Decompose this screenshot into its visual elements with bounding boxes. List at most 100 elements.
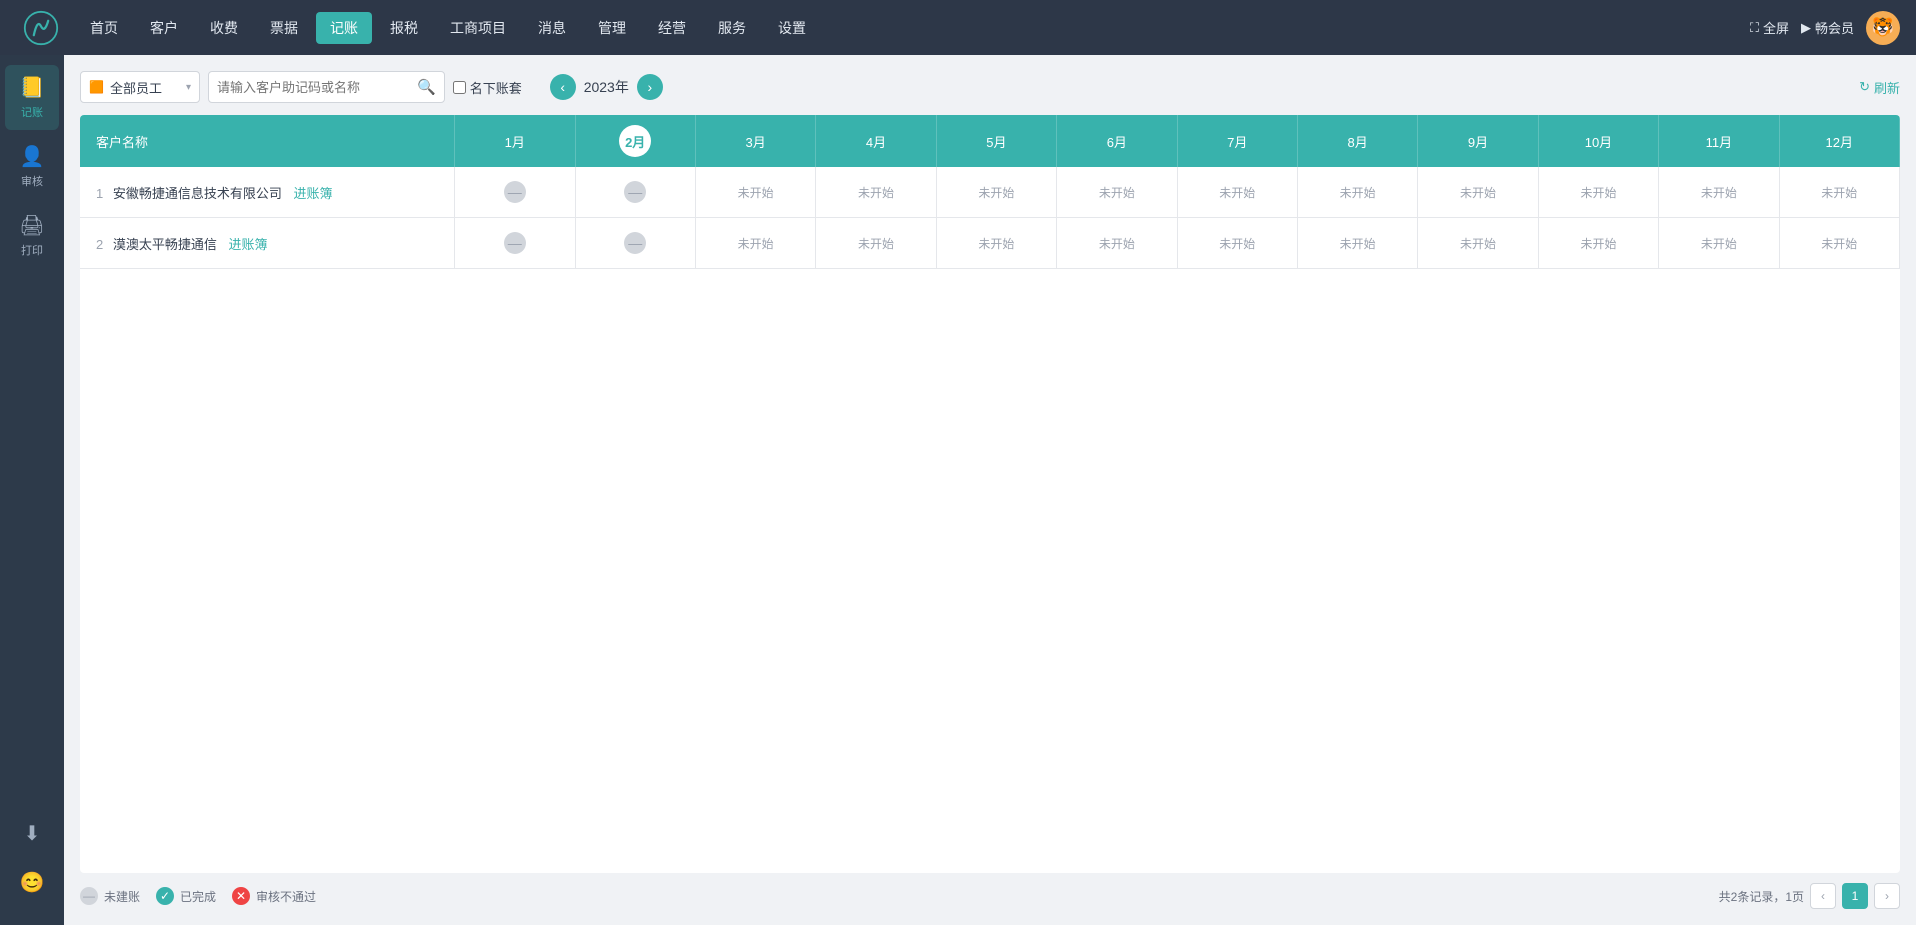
not-started-text: 未开始: [738, 237, 774, 251]
top-navbar: 首页 客户 收费 票据 记账 报税 工商项目 消息 管理 经营 服务 设置 ⛶ …: [0, 0, 1916, 55]
account-checkbox-label[interactable]: 名下账套: [453, 78, 522, 97]
refresh-button[interactable]: ↻ 刷新: [1859, 78, 1900, 97]
month-cell: 未开始: [816, 167, 936, 218]
client-name: 安徽畅捷通信息技术有限公司: [113, 186, 282, 201]
not-started-text: 未开始: [1821, 237, 1857, 251]
sidebar-bottom: ⬇ 😊: [5, 811, 59, 915]
not-started-text: 未开始: [978, 186, 1014, 200]
month-cell: 未开始: [1297, 167, 1417, 218]
month-cell: 未开始: [1418, 167, 1538, 218]
not-started-text: 未开始: [1701, 237, 1737, 251]
member-label: 畅会员: [1815, 18, 1854, 37]
month-cell: 未开始: [1297, 218, 1417, 269]
refresh-icon: ↻: [1859, 79, 1870, 95]
status-dot-icon: —: [504, 181, 526, 203]
nav-business[interactable]: 工商项目: [436, 12, 520, 44]
status-dot-icon: —: [504, 232, 526, 254]
client-name-cell: 2 漠澳太平畅捷通信 进账簿: [80, 218, 455, 269]
col-header-may: 5月: [936, 115, 1056, 167]
not-started-text: 未开始: [1099, 186, 1135, 200]
month-cell: —: [575, 218, 695, 269]
month-cell: 未开始: [1057, 167, 1177, 218]
page-1-button[interactable]: 1: [1842, 883, 1868, 909]
month-cell: 未开始: [1418, 218, 1538, 269]
fullscreen-label: 全屏: [1763, 18, 1789, 37]
download-icon: ⬇: [24, 821, 41, 846]
sidebar-item-user-profile[interactable]: 😊: [5, 860, 59, 905]
prev-year-button[interactable]: ‹: [550, 74, 576, 100]
month-cell: 未开始: [936, 218, 1056, 269]
prev-page-button[interactable]: ‹: [1810, 883, 1836, 909]
search-input[interactable]: [209, 76, 409, 99]
enter-ledger-link[interactable]: 进账簿: [229, 237, 268, 252]
employee-filter[interactable]: 🟧 全部员工 ▾: [80, 71, 200, 103]
month-cell: 未开始: [816, 218, 936, 269]
col-header-dec: 12月: [1779, 115, 1899, 167]
member-button[interactable]: ▶ 畅会员: [1801, 18, 1854, 37]
main-layout: 📒 记账 👤 审核 🖨 打印 ⬇ 😊 🟧 全部员工 ▾: [0, 55, 1916, 925]
month-cell: 未开始: [695, 218, 815, 269]
month-cell: 未开始: [1177, 167, 1297, 218]
sidebar-item-download[interactable]: ⬇: [5, 811, 59, 856]
toolbar: 🟧 全部员工 ▾ 🔍 名下账套 ‹ 2023年 › ↻ 刷新: [80, 71, 1900, 103]
filter-label: 全部员工: [110, 78, 180, 97]
nav-clients[interactable]: 客户: [136, 12, 192, 44]
sidebar-item-print[interactable]: 🖨 打印: [5, 203, 59, 268]
app-logo: [16, 10, 66, 46]
data-table-container: 客户名称 1月 2月 3月 4月 5月 6月 7月 8月 9月 10月 11月: [80, 115, 1900, 873]
not-started-text: 未开始: [1580, 237, 1616, 251]
col-header-nov: 11月: [1659, 115, 1779, 167]
nav-fees[interactable]: 收费: [196, 12, 252, 44]
sidebar-item-bookkeeping[interactable]: 📒 记账: [5, 65, 59, 130]
col-header-mar: 3月: [695, 115, 815, 167]
not-started-text: 未开始: [1580, 186, 1616, 200]
month-cell: 未开始: [936, 167, 1056, 218]
account-checkbox[interactable]: [453, 81, 466, 94]
table-row: 2 漠澳太平畅捷通信 进账簿 — — 未开始 未开始 未开始 未开始 未开始 未开始 未开始 未开…: [80, 218, 1900, 269]
legend-teal-dot: ✓: [156, 887, 174, 905]
nav-operations[interactable]: 经营: [644, 12, 700, 44]
nav-invoices[interactable]: 票据: [256, 12, 312, 44]
month-cell: —: [455, 167, 575, 218]
enter-ledger-link[interactable]: 进账簿: [294, 186, 333, 201]
sidebar-label-audit: 审核: [21, 173, 43, 189]
pagination: 共2条记录，1页 ‹ 1 ›: [1719, 883, 1900, 909]
search-button[interactable]: 🔍: [409, 74, 444, 100]
table-header-row: 客户名称 1月 2月 3月 4月 5月 6月 7月 8月 9月 10月 11月: [80, 115, 1900, 167]
nav-settings[interactable]: 设置: [764, 12, 820, 44]
nav-home[interactable]: 首页: [76, 12, 132, 44]
legend-rejected-label: 审核不通过: [256, 888, 316, 905]
next-page-button[interactable]: ›: [1874, 883, 1900, 909]
not-started-text: 未开始: [1219, 237, 1255, 251]
not-started-text: 未开始: [1460, 237, 1496, 251]
nav-bookkeeping[interactable]: 记账: [316, 12, 372, 44]
fullscreen-button[interactable]: ⛶ 全屏: [1750, 18, 1789, 37]
checkbox-text: 名下账套: [470, 78, 522, 97]
client-name: 漠澳太平畅捷通信: [113, 237, 217, 252]
nav-tax[interactable]: 报税: [376, 12, 432, 44]
month-cell: 未开始: [1538, 218, 1658, 269]
refresh-label: 刷新: [1874, 78, 1900, 97]
sidebar-item-audit[interactable]: 👤 审核: [5, 134, 59, 199]
nav-messages[interactable]: 消息: [524, 12, 580, 44]
legend-rejected: ✕ 审核不通过: [232, 887, 316, 905]
top-nav-right: ⛶ 全屏 ▶ 畅会员 🐯: [1750, 11, 1900, 45]
not-started-text: 未开始: [858, 237, 894, 251]
year-nav: ‹ 2023年 ›: [550, 74, 663, 100]
status-dot-icon: —: [624, 181, 646, 203]
col-header-feb: 2月: [575, 115, 695, 167]
active-month-circle: 2月: [619, 125, 651, 157]
col-header-name: 客户名称: [80, 115, 455, 167]
legend-not-created: — 未建账: [80, 887, 140, 905]
member-icon: ▶: [1801, 20, 1811, 36]
not-started-text: 未开始: [858, 186, 894, 200]
col-header-aug: 8月: [1297, 115, 1417, 167]
month-cell: —: [575, 167, 695, 218]
filter-icon: 🟧: [89, 80, 104, 94]
nav-service[interactable]: 服务: [704, 12, 760, 44]
avatar[interactable]: 🐯: [1866, 11, 1900, 45]
nav-manage[interactable]: 管理: [584, 12, 640, 44]
legend-completed-label: 已完成: [180, 888, 216, 905]
legend-gray-dot: —: [80, 887, 98, 905]
next-year-button[interactable]: ›: [637, 74, 663, 100]
